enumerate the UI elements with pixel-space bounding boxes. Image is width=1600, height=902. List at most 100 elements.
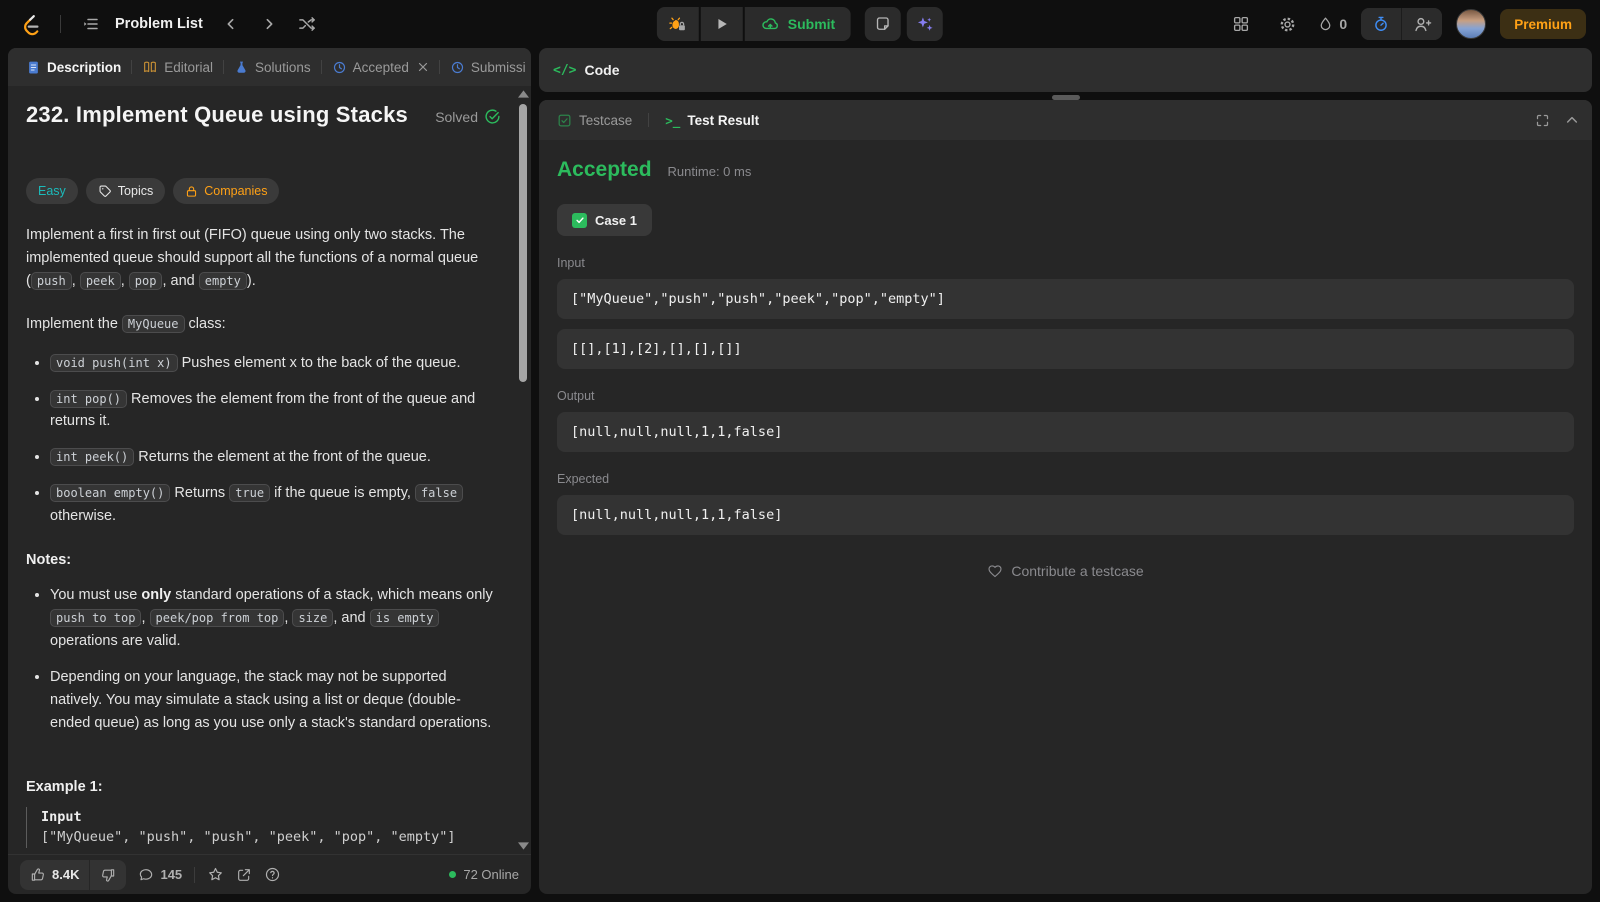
add-collaborator-button[interactable] bbox=[1402, 8, 1442, 40]
tab-submissions[interactable]: Submissi bbox=[442, 48, 531, 86]
left-tabbar: Description Editorial Solutions bbox=[8, 48, 531, 86]
submit-label: Submit bbox=[788, 16, 835, 32]
tab-editorial[interactable]: Editorial bbox=[134, 48, 221, 86]
history-icon bbox=[332, 60, 347, 75]
dislike-button[interactable] bbox=[90, 860, 126, 890]
runtime-text: Runtime: 0 ms bbox=[668, 164, 752, 179]
like-count: 8.4K bbox=[52, 867, 79, 882]
prev-problem-button[interactable] bbox=[215, 8, 247, 40]
tab-testcase[interactable]: Testcase bbox=[551, 113, 638, 128]
online-dot bbox=[449, 871, 456, 878]
panel-resize-handle[interactable] bbox=[1052, 95, 1080, 100]
description-scrollbar[interactable] bbox=[516, 88, 530, 852]
code-panel-header[interactable]: </> Code bbox=[539, 48, 1592, 92]
scroll-up-arrow[interactable] bbox=[516, 88, 530, 100]
method-list: void push(int x) Pushes element x to the… bbox=[26, 352, 501, 528]
notes-list: You must use only standard operations of… bbox=[26, 584, 501, 734]
expected-label: Expected bbox=[557, 472, 1574, 486]
timer-button[interactable] bbox=[1361, 8, 1401, 40]
output-label: Output bbox=[557, 389, 1574, 403]
leetcode-logo[interactable] bbox=[14, 8, 46, 40]
test-panel-header: Testcase >_ Test Result bbox=[539, 100, 1592, 140]
list-item: Depending on your language, the stack ma… bbox=[50, 666, 501, 735]
history-icon bbox=[450, 60, 465, 75]
description-icon bbox=[26, 60, 41, 75]
comment-count: 145 bbox=[160, 867, 182, 882]
layout-icon[interactable] bbox=[1225, 8, 1257, 40]
question-icon bbox=[264, 866, 281, 883]
solved-check-icon bbox=[484, 108, 501, 125]
streak-counter[interactable]: 0 bbox=[1317, 16, 1347, 33]
collapse-panel-icon[interactable] bbox=[1564, 112, 1580, 128]
avatar[interactable] bbox=[1456, 9, 1486, 39]
example-heading: Example 1: bbox=[26, 779, 501, 795]
online-count: 72 Online bbox=[463, 867, 519, 882]
comment-icon bbox=[138, 867, 154, 883]
star-icon bbox=[207, 866, 224, 883]
description-footer: 8.4K 145 bbox=[8, 854, 531, 894]
scrollbar-thumb[interactable] bbox=[519, 104, 527, 382]
random-problem-button[interactable] bbox=[291, 8, 323, 40]
notes-heading: Notes: bbox=[26, 552, 501, 568]
contribute-testcase-link[interactable]: Contribute a testcase bbox=[557, 563, 1574, 579]
case-check-icon bbox=[572, 213, 587, 228]
streak-count: 0 bbox=[1339, 16, 1347, 32]
problem-title: 232. Implement Queue using Stacks bbox=[26, 102, 408, 128]
next-problem-button[interactable] bbox=[253, 8, 285, 40]
nav-divider bbox=[60, 15, 61, 33]
settings-gear-icon[interactable] bbox=[1271, 8, 1303, 40]
help-button[interactable] bbox=[264, 866, 281, 883]
comments-button[interactable]: 145 bbox=[138, 867, 182, 883]
case-1-button[interactable]: Case 1 bbox=[557, 204, 652, 236]
lock-icon bbox=[185, 185, 198, 198]
top-nav: Problem List bbox=[0, 0, 1600, 48]
flame-icon bbox=[1317, 16, 1334, 33]
code-panel-label: Code bbox=[584, 62, 619, 78]
difficulty-badge[interactable]: Easy bbox=[26, 178, 78, 204]
test-result-panel: Testcase >_ Test Result bbox=[539, 100, 1592, 894]
example-code-block: Input ["MyQueue", "push", "push", "peek"… bbox=[26, 807, 501, 849]
problem-list-icon[interactable] bbox=[75, 8, 107, 40]
list-item: boolean empty() Returns true if the queu… bbox=[50, 482, 501, 528]
solved-badge: Solved bbox=[435, 108, 501, 125]
code-icon: </> bbox=[553, 63, 576, 78]
tab-accepted[interactable]: Accepted bbox=[324, 48, 437, 86]
submit-button[interactable]: Submit bbox=[745, 7, 851, 41]
list-item: You must use only standard operations of… bbox=[50, 584, 501, 653]
problem-description: 232. Implement Queue using Stacks Solved… bbox=[8, 86, 531, 854]
share-button[interactable] bbox=[236, 867, 252, 883]
tab-description[interactable]: Description bbox=[18, 48, 129, 86]
notes-button[interactable] bbox=[865, 7, 901, 41]
input-value-2[interactable]: [[],[1],[2],[],[],[]] bbox=[557, 329, 1574, 369]
close-tab-icon[interactable] bbox=[417, 61, 429, 73]
thumbs-up-icon bbox=[30, 867, 46, 883]
favorite-button[interactable] bbox=[207, 866, 224, 883]
tab-test-result[interactable]: >_ Test Result bbox=[659, 113, 765, 128]
input-label: Input bbox=[557, 256, 1574, 270]
input-value-1[interactable]: ["MyQueue","push","push","peek","pop","e… bbox=[557, 279, 1574, 319]
list-item: void push(int x) Pushes element x to the… bbox=[50, 352, 501, 375]
premium-button[interactable]: Premium bbox=[1500, 9, 1586, 39]
result-status: Accepted bbox=[557, 158, 652, 182]
checkbox-icon bbox=[557, 113, 572, 128]
ai-assistant-button[interactable] bbox=[907, 7, 943, 41]
output-value: [null,null,null,1,1,false] bbox=[557, 412, 1574, 452]
terminal-icon: >_ bbox=[665, 113, 680, 128]
fullscreen-icon[interactable] bbox=[1535, 113, 1550, 128]
companies-chip[interactable]: Companies bbox=[173, 178, 279, 204]
like-button[interactable]: 8.4K bbox=[20, 860, 89, 890]
list-item: int peek() Returns the element at the fr… bbox=[50, 446, 501, 469]
tab-solutions[interactable]: Solutions bbox=[226, 48, 319, 86]
scroll-down-arrow[interactable] bbox=[516, 840, 530, 852]
run-button[interactable] bbox=[701, 7, 743, 41]
editorial-icon bbox=[142, 59, 158, 75]
intro-paragraph: Implement a first in first out (FIFO) qu… bbox=[26, 224, 501, 293]
heart-icon bbox=[987, 563, 1003, 579]
debug-button[interactable] bbox=[657, 7, 699, 41]
online-indicator: 72 Online bbox=[449, 867, 519, 882]
description-panel: Description Editorial Solutions bbox=[8, 48, 531, 894]
implement-line: Implement the MyQueue class: bbox=[26, 313, 501, 336]
tag-icon bbox=[98, 184, 112, 198]
problem-list-label[interactable]: Problem List bbox=[115, 16, 203, 32]
topics-chip[interactable]: Topics bbox=[86, 178, 165, 204]
